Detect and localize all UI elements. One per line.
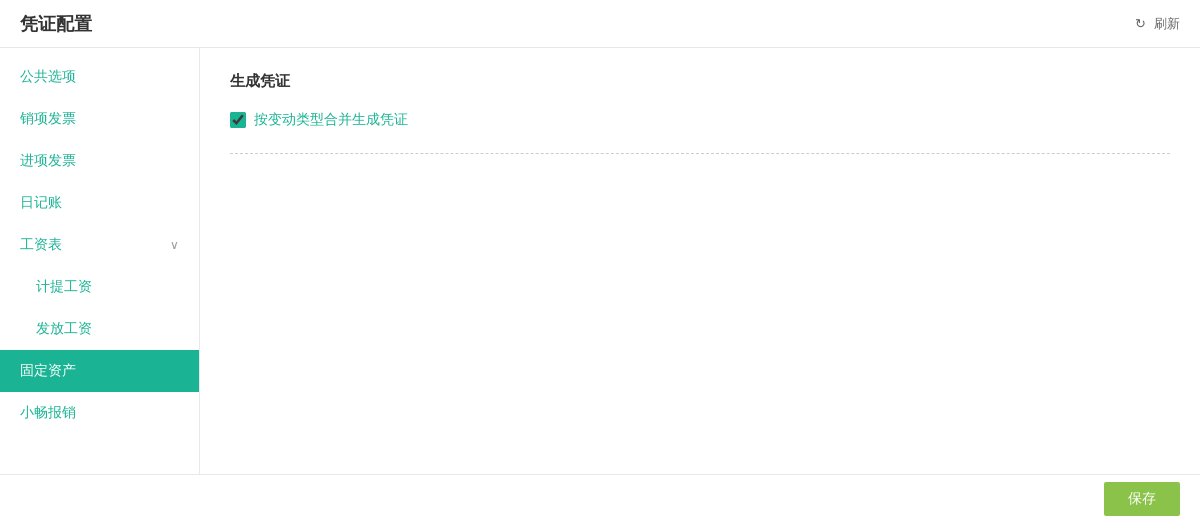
section-divider: [230, 153, 1170, 154]
sidebar-label-sales-invoice: 销项发票: [20, 110, 76, 128]
main-container: 公共选项销项发票进项发票日记账工资表 ∨ 计提工资发放工资固定资产小畅报销 生成凭证…: [0, 48, 1200, 474]
sidebar: 公共选项销项发票进项发票日记账工资表 ∨ 计提工资发放工资固定资产小畅报销: [0, 48, 200, 474]
sidebar-item-calc-salary[interactable]: 计提工资: [0, 266, 199, 308]
save-button[interactable]: 保存: [1104, 482, 1180, 516]
sidebar-item-purchase-invoice[interactable]: 进项发票: [0, 140, 199, 182]
sidebar-label-public-options: 公共选项: [20, 68, 76, 86]
refresh-button[interactable]: ↻ 刷新: [1135, 15, 1180, 33]
merge-checkbox-label[interactable]: 按变动类型合并生成凭证: [254, 111, 408, 129]
merge-checkbox[interactable]: [230, 112, 246, 128]
sidebar-label-pay-salary: 发放工资: [36, 320, 92, 338]
page-header: 凭证配置 ↻ 刷新: [0, 0, 1200, 48]
refresh-label: 刷新: [1154, 15, 1180, 33]
page-title: 凭证配置: [20, 12, 92, 36]
sidebar-item-sales-invoice[interactable]: 销项发票: [0, 98, 199, 140]
chevron-down-icon: ∨: [170, 238, 179, 252]
sidebar-label-calc-salary: 计提工资: [36, 278, 92, 296]
sidebar-item-expense-report[interactable]: 小畅报销: [0, 392, 199, 434]
page-footer: 保存: [0, 474, 1200, 522]
sidebar-item-journal[interactable]: 日记账: [0, 182, 199, 224]
section-title: 生成凭证: [230, 72, 1170, 91]
sidebar-item-pay-salary[interactable]: 发放工资: [0, 308, 199, 350]
sidebar-label-purchase-invoice: 进项发票: [20, 152, 76, 170]
sidebar-label-payroll-table: 工资表: [20, 236, 62, 254]
sidebar-item-payroll-table[interactable]: 工资表 ∨: [0, 224, 199, 266]
refresh-icon: ↻: [1135, 16, 1146, 31]
sidebar-label-fixed-assets: 固定资产: [20, 362, 76, 380]
content-area: 生成凭证 按变动类型合并生成凭证: [200, 48, 1200, 474]
sidebar-item-public-options[interactable]: 公共选项: [0, 56, 199, 98]
sidebar-label-journal: 日记账: [20, 194, 62, 212]
sidebar-label-expense-report: 小畅报销: [20, 404, 76, 422]
sidebar-item-fixed-assets[interactable]: 固定资产: [0, 350, 199, 392]
checkbox-row: 按变动类型合并生成凭证: [230, 111, 1170, 129]
